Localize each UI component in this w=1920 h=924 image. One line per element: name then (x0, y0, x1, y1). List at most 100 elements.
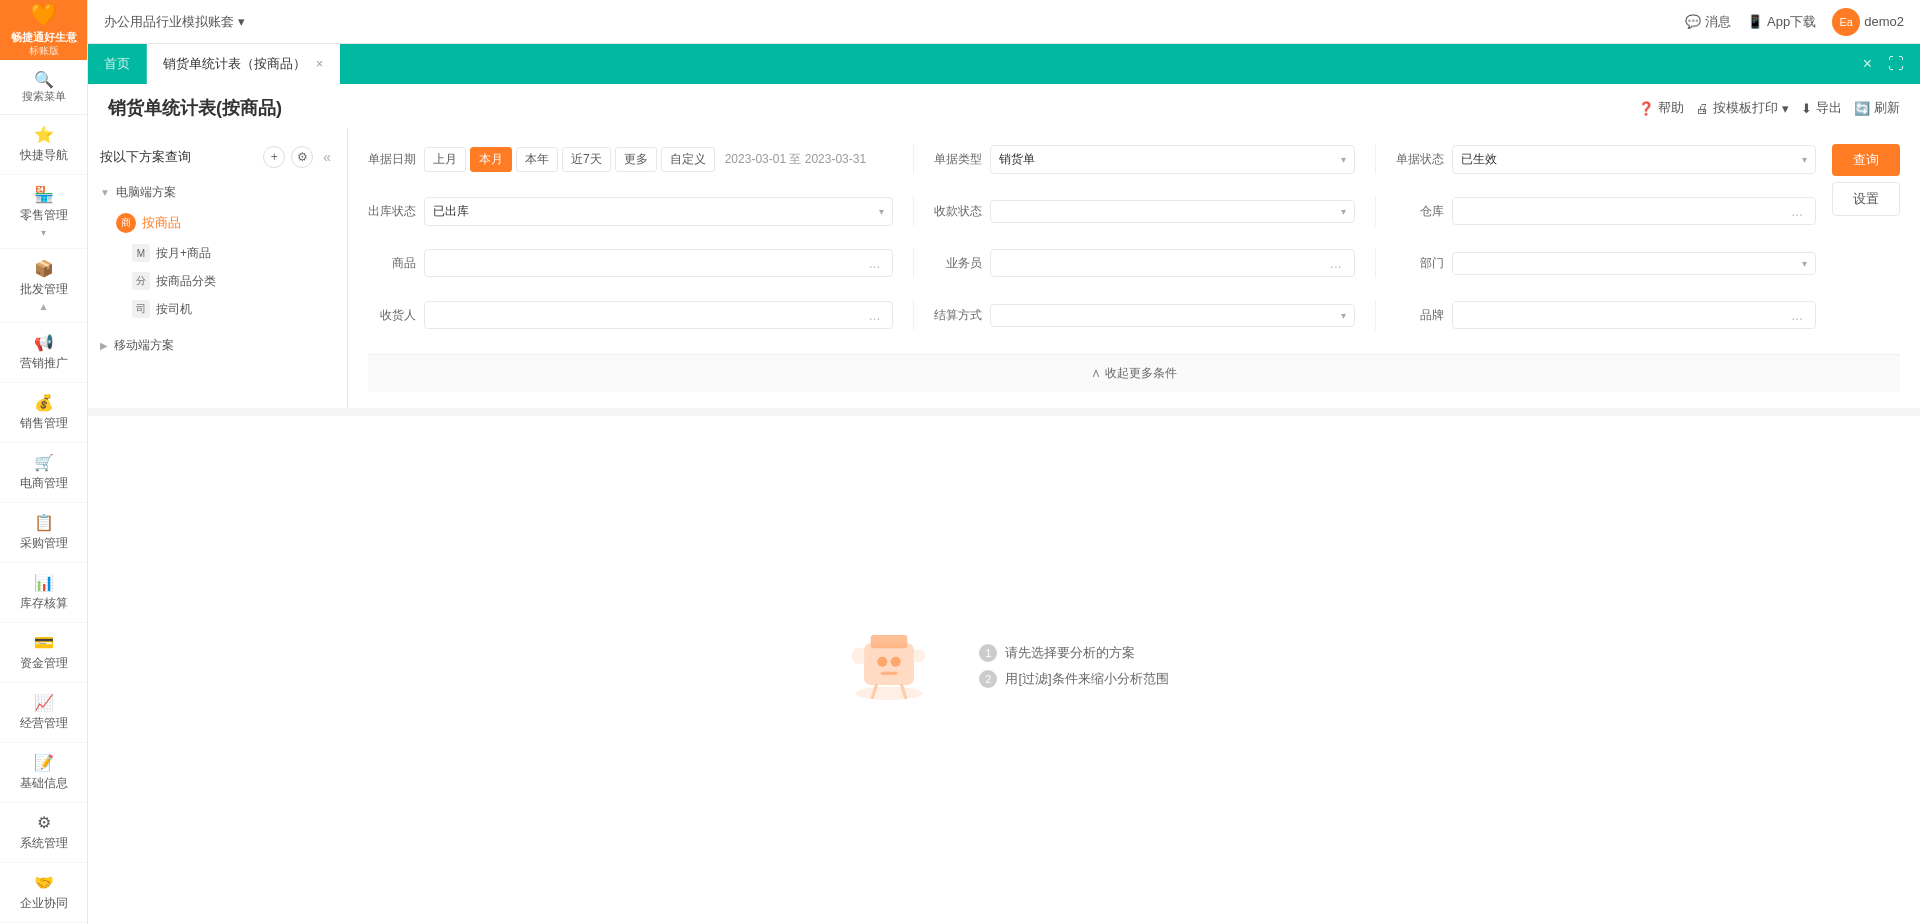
filter-field-product: 商品 ... (368, 249, 893, 277)
filter-field-receiver: 收货人 ... (368, 301, 893, 329)
collapse-sidebar-btn[interactable]: « (319, 147, 335, 167)
refresh-btn[interactable]: 🔄 刷新 (1854, 99, 1900, 117)
sidebar-logo: 🧡 畅捷通好生意 标账版 (0, 0, 87, 60)
sidebar: 🧡 畅捷通好生意 标账版 🔍 搜索菜单 ⭐ 快捷导航 🏪 零售管理 ▾ 📦 批发… (0, 0, 88, 924)
industry-selector[interactable]: 办公用品行业模拟账套 ▾ (104, 13, 245, 31)
outstatus-arrow: ▾ (879, 206, 884, 217)
sidebar-item-wholesale[interactable]: 📦 批发管理 ▲ (0, 249, 87, 323)
sidebar-item-quick-nav[interactable]: ⭐ 快捷导航 (0, 115, 87, 175)
scheme-category-icon: 分 (132, 272, 150, 290)
sidebar-item-ops[interactable]: 📈 经营管理 (0, 683, 87, 743)
settlement-arrow: ▾ (1341, 310, 1346, 321)
scheme-by-sku[interactable]: 司 按司机 (100, 295, 335, 323)
doctype-select[interactable]: 销货单 ▾ (990, 145, 1354, 174)
industry-label: 办公用品行业模拟账套 (104, 13, 234, 31)
sidebar-item-inventory[interactable]: 📊 库存核算 (0, 563, 87, 623)
ops-icon: 📈 (34, 693, 54, 712)
date-btn-custom[interactable]: 自定义 (661, 147, 715, 172)
warehouse-select[interactable]: ... (1452, 197, 1816, 225)
date-shortcuts: 上月 本月 本年 近7天 更多 自定义 (424, 147, 715, 172)
expand-window-btn[interactable]: ⛶ (1884, 51, 1908, 77)
sidebar-search[interactable]: 🔍 搜索菜单 (0, 60, 87, 115)
docstatus-select[interactable]: 已生效 ▾ (1452, 145, 1816, 174)
print-btn[interactable]: 🖨 按模板打印 ▾ (1696, 99, 1789, 117)
sidebar-item-system[interactable]: ⚙ 系统管理 (0, 803, 87, 863)
tab-home[interactable]: 首页 (88, 44, 147, 84)
collapse-conditions-btn[interactable]: ∧ 收起更多条件 (368, 354, 1900, 392)
receiver-more[interactable]: ... (865, 307, 885, 323)
sidebar-item-sales[interactable]: 💰 销售管理 (0, 383, 87, 443)
svg-rect-2 (871, 635, 908, 648)
messages-btn[interactable]: 💬 消息 (1685, 13, 1731, 31)
receiver-select[interactable]: ... (424, 301, 893, 329)
date-btn-this-month[interactable]: 本月 (470, 147, 512, 172)
recvstatus-select[interactable]: ▾ (990, 200, 1354, 223)
content-area: 销货单统计表(按商品) ❓ 帮助 🖨 按模板打印 ▾ ⬇ 导出 🔄 刷新 (88, 84, 1920, 924)
product-select[interactable]: ... (424, 249, 893, 277)
print-arrow: ▾ (1782, 101, 1789, 116)
dept-select[interactable]: ▾ (1452, 252, 1816, 275)
filter-field-doctype: 单据类型 销货单 ▾ (934, 145, 1354, 174)
divider8 (1375, 300, 1376, 330)
brand-label: 品牌 (1396, 307, 1444, 324)
brand-more[interactable]: ... (1787, 307, 1807, 323)
doctype-arrow: ▾ (1341, 154, 1346, 165)
user-profile-btn[interactable]: Ea demo2 (1832, 8, 1904, 36)
docstatus-label: 单据状态 (1396, 151, 1444, 168)
mobile-group-title[interactable]: ▶ 移动端方案 (100, 331, 335, 360)
empty-state: 1 请先选择要分析的方案 2 用[过滤]条件来缩小分析范围 (88, 416, 1920, 924)
brand-select[interactable]: ... (1452, 301, 1816, 329)
tab-sales-stat[interactable]: 销货单统计表（按商品） × (147, 44, 340, 84)
recvstatus-arrow: ▾ (1341, 206, 1346, 217)
help-btn[interactable]: ❓ 帮助 (1638, 99, 1684, 117)
settings-button[interactable]: 设置 (1832, 182, 1900, 216)
sidebar-item-base[interactable]: 📝 基础信息 (0, 743, 87, 803)
product-more[interactable]: ... (865, 255, 885, 271)
salesman-select[interactable]: ... (990, 249, 1354, 277)
svg-rect-5 (881, 672, 898, 675)
filter-row-status: 出库状态 已出库 ▾ 收款状态 (368, 196, 1816, 226)
app-download-btn[interactable]: 📱 App下载 (1747, 13, 1816, 31)
doctype-value: 销货单 (999, 151, 1035, 168)
industry-dropdown-arrow: ▾ (238, 14, 245, 29)
sidebar-item-finance[interactable]: 💳 资金管理 (0, 623, 87, 683)
page-title: 销货单统计表(按商品) (108, 96, 282, 120)
empty-tips: 1 请先选择要分析的方案 2 用[过滤]条件来缩小分析范围 (979, 644, 1168, 696)
desktop-group-title[interactable]: ▼ 电脑端方案 (100, 178, 335, 207)
messages-icon: 💬 (1685, 14, 1701, 29)
salesman-more[interactable]: ... (1326, 255, 1346, 271)
empty-tip-1: 1 请先选择要分析的方案 (979, 644, 1168, 662)
warehouse-more[interactable]: ... (1787, 203, 1807, 219)
sidebar-item-corp[interactable]: 🤝 企业协同 (0, 863, 87, 923)
filter-field-recvstatus: 收款状态 ▾ (934, 200, 1354, 223)
scheme-by-category[interactable]: 分 按商品分类 (100, 267, 335, 295)
scheme-section: ▼ 电脑端方案 商 按商品 M 按月+商品 分 按商品分类 (88, 178, 347, 360)
query-button[interactable]: 查询 (1832, 144, 1900, 176)
sidebar-item-retail[interactable]: 🏪 零售管理 ▾ (0, 175, 87, 249)
sidebar-item-purchase[interactable]: 📋 采购管理 (0, 503, 87, 563)
date-btn-7days[interactable]: 近7天 (562, 147, 611, 172)
settlement-select[interactable]: ▾ (990, 304, 1354, 327)
divider4 (1375, 196, 1376, 226)
mobile-group-arrow: ▶ (100, 340, 108, 351)
sidebar-item-marketing[interactable]: 📢 营销推广 (0, 323, 87, 383)
date-btn-last-month[interactable]: 上月 (424, 147, 466, 172)
filter-field-settlement: 结算方式 ▾ (934, 304, 1354, 327)
tab-close-icon[interactable]: × (316, 57, 323, 71)
scheme-by-month-product[interactable]: M 按月+商品 (100, 239, 335, 267)
filter-field-date: 单据日期 上月 本月 本年 近7天 更多 自定义 (368, 147, 893, 172)
tip-num-1: 1 (979, 644, 997, 662)
scheme-by-product[interactable]: 商 按商品 (100, 207, 335, 239)
page-title-row: 销货单统计表(按商品) ❓ 帮助 🖨 按模板打印 ▾ ⬇ 导出 🔄 刷新 (88, 84, 1920, 128)
add-scheme-btn[interactable]: + (263, 146, 285, 168)
date-btn-this-year[interactable]: 本年 (516, 147, 558, 172)
outstatus-select[interactable]: 已出库 ▾ (424, 197, 893, 226)
docstatus-arrow: ▾ (1802, 154, 1807, 165)
export-btn[interactable]: ⬇ 导出 (1801, 99, 1842, 117)
date-btn-more[interactable]: 更多 (615, 147, 657, 172)
divider6 (1375, 248, 1376, 278)
scheme-product-icon: 商 (116, 213, 136, 233)
close-window-btn[interactable]: × (1859, 51, 1876, 77)
scheme-settings-btn[interactable]: ⚙ (291, 146, 313, 168)
sidebar-item-ecommerce[interactable]: 🛒 电商管理 (0, 443, 87, 503)
